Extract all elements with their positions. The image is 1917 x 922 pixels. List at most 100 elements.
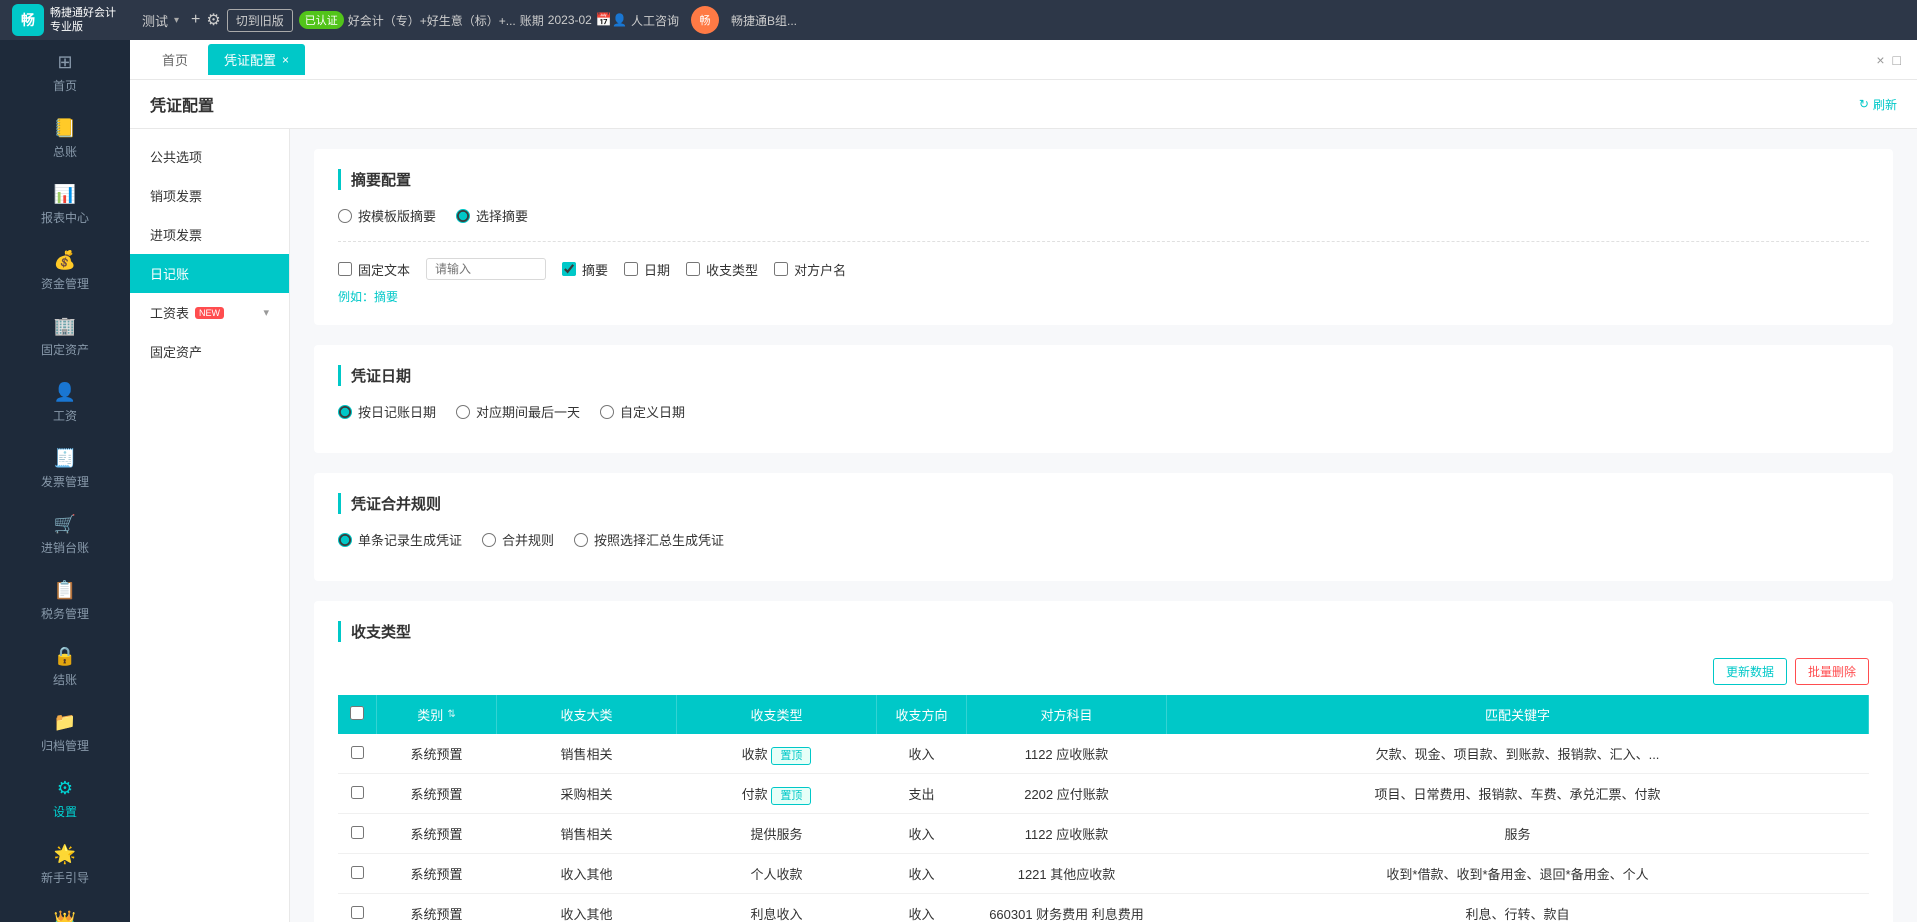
left-menu-purchase-invoice[interactable]: 进项发票 [130,215,289,254]
radio-select-input[interactable] [456,209,470,223]
date-checkbox-input[interactable] [624,262,638,276]
sidebar-label-funds: 资金管理 [41,275,89,292]
update-data-button[interactable]: 更新数据 [1713,658,1787,685]
switch-old-version-button[interactable]: 切到旧版 [227,9,293,32]
row-checkbox[interactable] [351,826,364,839]
sidebar-item-closing[interactable]: 🔒 结账 [0,634,130,700]
left-menu-public[interactable]: 公共选项 [130,137,289,176]
merge-rule-radio-input[interactable] [482,533,496,547]
sidebar-item-reports[interactable]: 📊 报表中心 [0,172,130,238]
row-subject: 1221 其他应收款 [967,854,1167,894]
merge-section: 凭证合并规则 单条记录生成凭证 合并规则 [314,473,1893,581]
radio-single-record[interactable]: 单条记录生成凭证 [338,530,462,549]
single-record-radio-input[interactable] [338,533,352,547]
example-text: 例如：摘要 [338,288,1869,305]
row-checkbox-cell [338,734,377,774]
batch-delete-button[interactable]: 批量删除 [1795,658,1869,685]
radio-last-day[interactable]: 对应期间最后一天 [456,402,580,421]
sidebar-item-payroll[interactable]: 👤 工资 [0,370,130,436]
sidebar-item-home[interactable]: ⊞ 首页 [0,40,130,106]
custom-date-radio-input[interactable] [600,405,614,419]
row-type: 个人收款 [677,854,877,894]
row-subject: 1122 应收账款 [967,814,1167,854]
row-category: 系统预置 [377,814,497,854]
left-menu-journal[interactable]: 日记账 [130,254,289,293]
add-button[interactable]: + [191,11,200,29]
row-category: 系统预置 [377,854,497,894]
summary-checkbox-input[interactable] [562,262,576,276]
payroll-expand-arrow[interactable]: ▾ [263,306,269,319]
home-icon: ⊞ [57,52,72,73]
income-expense-section: 收支类型 更新数据 批量删除 [314,601,1893,922]
journal-date-radio-input[interactable] [338,405,352,419]
counterparty-checkbox-input[interactable] [774,262,788,276]
current-company[interactable]: 测试 [142,11,168,30]
radio-template-input[interactable] [338,209,352,223]
row-checkbox[interactable] [351,906,364,919]
window-maximize-button[interactable]: □ [1893,52,1901,68]
row-subject: 660301 财务费用 利息费用 [967,894,1167,922]
row-type: 提供服务 [677,814,877,854]
user-name[interactable]: 畅捷通B组... [731,12,797,29]
row-checkbox[interactable] [351,866,364,879]
tab-home[interactable]: 首页 [146,44,204,75]
checkbox-date[interactable]: 日期 [624,260,670,279]
left-menu-payroll-sheet[interactable]: 工资表 NEW ▾ [130,293,289,332]
checkbox-summary[interactable]: 摘要 [562,260,608,279]
row-checkbox-cell [338,774,377,814]
support-icon: 👤 [612,13,627,27]
pin-top-button[interactable]: 置顶 [771,787,811,805]
sidebar-item-member[interactable]: 👑 畅会员 [0,898,130,922]
row-subject: 2202 应付账款 [967,774,1167,814]
sidebar-item-assets[interactable]: 🏢 固定资产 [0,304,130,370]
sidebar-label-closing: 结账 [53,671,77,688]
user-avatar[interactable]: 畅 [691,6,719,34]
left-menu-fixed-assets[interactable]: 固定资产 [130,332,289,371]
row-type: 收款 置顶 [677,734,877,774]
row-checkbox[interactable] [351,786,364,799]
radio-merge-rule[interactable]: 合并规则 [482,530,554,549]
support-button[interactable]: 👤 人工咨询 [612,12,679,29]
radio-summary-generate[interactable]: 按照选择汇总生成凭证 [574,530,724,549]
sidebar-item-funds[interactable]: 💰 资金管理 [0,238,130,304]
fixed-text-checkbox-input[interactable] [338,262,352,276]
row-checkbox[interactable] [351,746,364,759]
sidebar-item-guide[interactable]: 🌟 新手引导 [0,832,130,898]
radio-custom-date[interactable]: 自定义日期 [600,402,685,421]
pin-top-button[interactable]: 置顶 [771,747,811,765]
company-dropdown-arrow[interactable]: ▾ [174,15,179,26]
window-close-button[interactable]: × [1876,52,1884,68]
refresh-icon: ↻ [1859,97,1869,111]
sidebar-item-tax[interactable]: 📋 税务管理 [0,568,130,634]
row-keywords: 服务 [1167,814,1869,854]
sidebar-label-assets: 固定资产 [41,341,89,358]
row-keywords: 欠款、现金、项目款、到账款、报销款、汇入、... [1167,734,1869,774]
sidebar-item-archive[interactable]: 📁 归档管理 [0,700,130,766]
left-menu-sales-invoice[interactable]: 销项发票 [130,176,289,215]
summary-generate-radio-input[interactable] [574,533,588,547]
fixed-text-input[interactable] [426,258,546,280]
settings-icon[interactable]: ⚙ [206,10,220,30]
merge-section-title: 凭证合并规则 [338,493,1869,514]
sort-icon[interactable]: ⇅ [447,709,455,720]
select-all-checkbox[interactable] [350,706,364,720]
checkbox-fixed-text[interactable]: 固定文本 [338,260,410,279]
tab-voucher-config[interactable]: 凭证配置 × [208,44,305,75]
radio-select-summary[interactable]: 选择摘要 [456,206,528,225]
sidebar-item-settings[interactable]: ⚙ 设置 [0,766,130,832]
row-keywords: 收到*借款、收到*备用金、退回*备用金、个人 [1167,854,1869,894]
refresh-button[interactable]: ↻ 刷新 [1859,96,1897,113]
funds-icon: 💰 [54,250,76,271]
calendar-icon[interactable]: 📅 [596,12,612,28]
sidebar-item-trading[interactable]: 🛒 进销台账 [0,502,130,568]
checkbox-type[interactable]: 收支类型 [686,260,758,279]
checkbox-counterparty[interactable]: 对方户名 [774,260,846,279]
radio-template-summary[interactable]: 按模板版摘要 [338,206,436,225]
type-checkbox-input[interactable] [686,262,700,276]
sidebar-item-invoices[interactable]: 🧾 发票管理 [0,436,130,502]
last-day-radio-input[interactable] [456,405,470,419]
tab-close-icon[interactable]: × [282,53,289,67]
sidebar-item-ledger[interactable]: 📒 总账 [0,106,130,172]
radio-journal-date[interactable]: 按日记账日期 [338,402,436,421]
sidebar-label-archive: 归档管理 [41,737,89,754]
